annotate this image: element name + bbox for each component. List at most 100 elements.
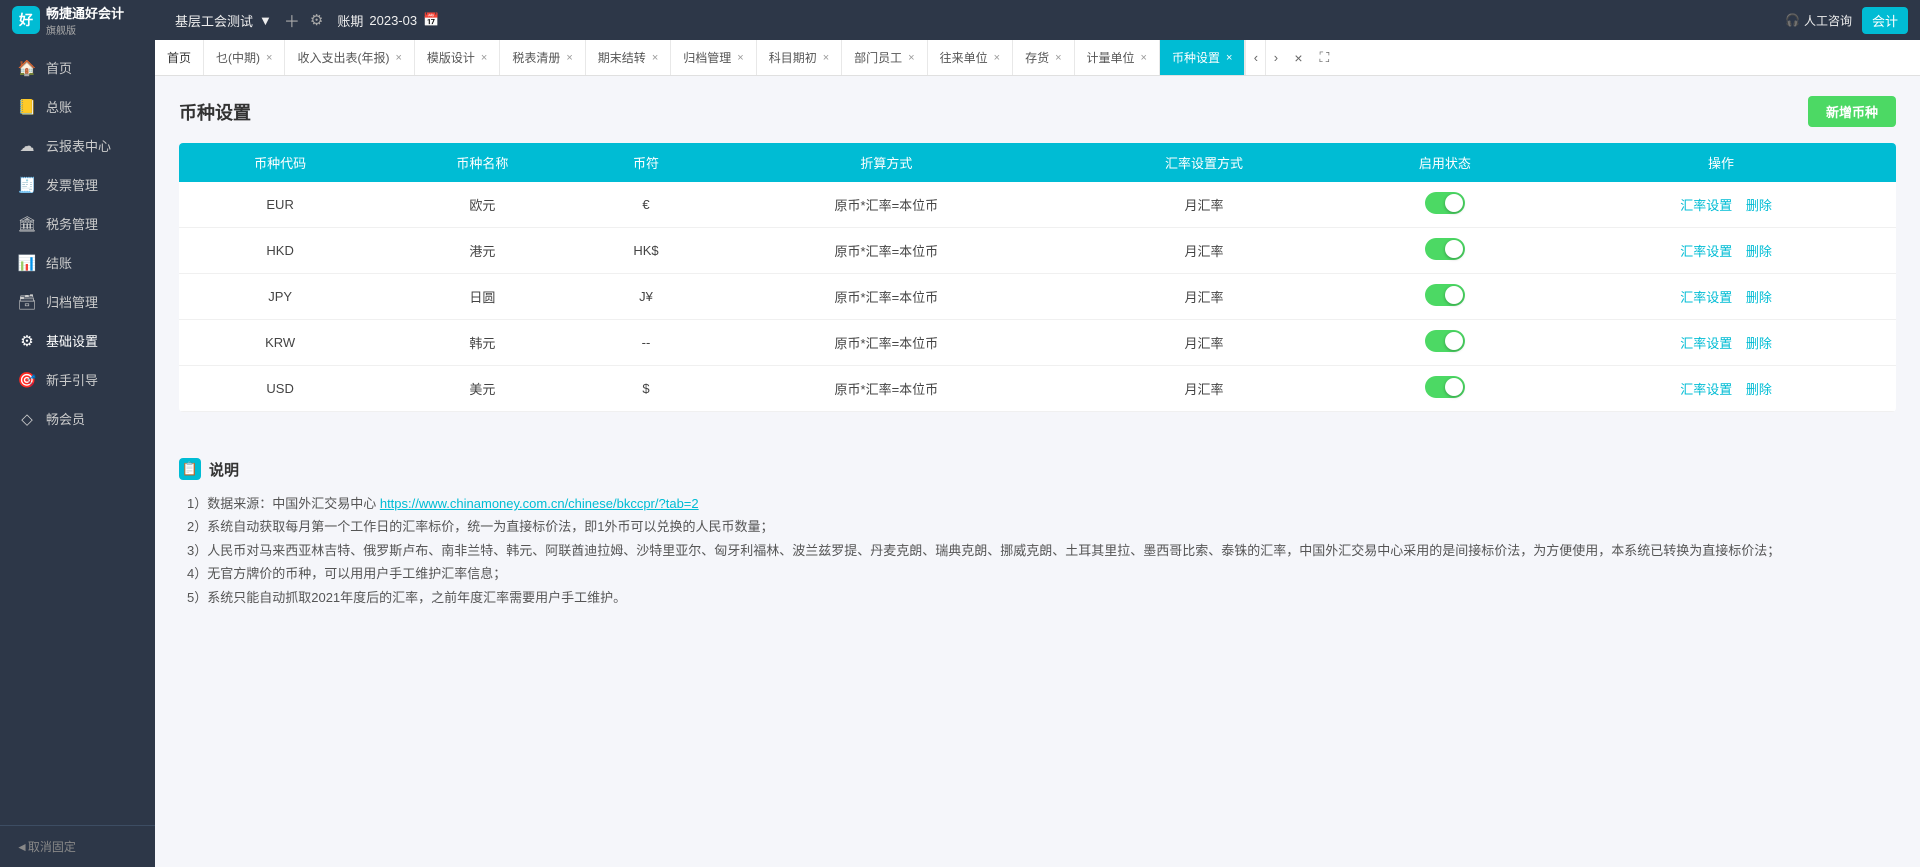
tab-close-all-icon[interactable]: × — [1285, 40, 1311, 76]
sidebar-label-settlement: 结账 — [46, 253, 72, 272]
logo-area: 好 畅捷通好会计 旗舰版 — [12, 3, 167, 37]
close-icon[interactable]: × — [266, 52, 272, 64]
tab-qizhong[interactable]: 乜(中期) × — [204, 40, 285, 76]
headset-icon: 🎧 — [1785, 13, 1800, 27]
sidebar-label-guide: 新手引导 — [46, 370, 98, 389]
cell-status — [1344, 182, 1546, 228]
add-icon[interactable]: ＋ — [284, 8, 300, 32]
calendar-icon[interactable]: 📅 — [423, 12, 439, 28]
account-button[interactable]: 会计 — [1862, 7, 1908, 34]
cell-calc: 原币*汇率=本位币 — [708, 366, 1064, 412]
cell-rate-type: 月汇率 — [1064, 366, 1344, 412]
table-row: USD 美元 $ 原币*汇率=本位币 月汇率 汇率设置 删除 — [179, 366, 1896, 412]
sidebar-item-tax[interactable]: 🏛 税务管理 — [0, 204, 155, 243]
tab-income[interactable]: 收入支出表(年报) × — [285, 40, 414, 76]
rate-setting-link[interactable]: 汇率设置 — [1680, 198, 1732, 213]
toggle-switch[interactable] — [1425, 376, 1465, 398]
notes-item: 3）人民币对马来西亚林吉特、俄罗斯卢布、南非兰特、韩元、阿联酋迪拉姆、沙特里亚尔… — [187, 539, 1896, 562]
cell-status — [1344, 320, 1546, 366]
tab-next-icon[interactable]: › — [1265, 40, 1285, 76]
close-icon[interactable]: × — [481, 52, 487, 64]
delete-link[interactable]: 删除 — [1746, 382, 1772, 397]
cell-action: 汇率设置 删除 — [1546, 228, 1896, 274]
tab-subject-init[interactable]: 科目期初 × — [757, 40, 842, 76]
rate-setting-link[interactable]: 汇率设置 — [1680, 382, 1732, 397]
cell-action: 汇率设置 删除 — [1546, 274, 1896, 320]
period-value: 2023-03 — [369, 13, 417, 28]
delete-link[interactable]: 删除 — [1746, 198, 1772, 213]
sidebar-unpin-button[interactable]: ◄取消固定 — [0, 825, 155, 867]
notes-title-row: 📋 说明 — [179, 458, 1896, 480]
sidebar-item-invoice[interactable]: 🧾 发票管理 — [0, 165, 155, 204]
sidebar: 🏠 首页 📒 总账 ☁ 云报表中心 🧾 发票管理 🏛 税务管理 📊 结账 🗃 归… — [0, 40, 155, 867]
chevron-down-icon: ▼ — [259, 13, 272, 28]
toggle-thumb — [1445, 194, 1463, 212]
tab-contacts[interactable]: 往来单位 × — [928, 40, 1013, 76]
company-selector[interactable]: 基层工会测试 ▼ — [175, 11, 272, 30]
col-header-calc: 折算方式 — [708, 143, 1064, 182]
tab-template[interactable]: 模版设计 × — [415, 40, 500, 76]
delete-link[interactable]: 删除 — [1746, 336, 1772, 351]
sidebar-label-ledger: 总账 — [46, 97, 72, 116]
tab-currency[interactable]: 币种设置 × — [1160, 40, 1245, 76]
external-link[interactable]: https://www.chinamoney.com.cn/chinese/bk… — [380, 496, 699, 511]
tax-icon: 🏛 — [18, 215, 36, 233]
settlement-icon: 📊 — [18, 254, 36, 272]
tab-maximize-icon[interactable]: ⛶ — [1311, 40, 1337, 76]
sidebar-item-settings[interactable]: ⚙ 基础设置 — [0, 321, 155, 360]
notes-item: 5）系统只能自动抓取2021年度后的汇率，之前年度汇率需要用户手工维护。 — [187, 586, 1896, 609]
sidebar-item-ledger[interactable]: 📒 总账 — [0, 87, 155, 126]
rate-setting-link[interactable]: 汇率设置 — [1680, 244, 1732, 259]
col-header-status: 启用状态 — [1344, 143, 1546, 182]
header-right: 🎧 人工咨询 会计 — [1785, 7, 1908, 34]
tab-taxbook[interactable]: 税表清册 × — [500, 40, 585, 76]
archive-icon: 🗃 — [18, 293, 36, 311]
sidebar-item-member[interactable]: ◇ 畅会员 — [0, 399, 155, 438]
delete-link[interactable]: 删除 — [1746, 290, 1772, 305]
page-title: 币种设置 — [179, 99, 251, 125]
unpin-label: ◄取消固定 — [16, 838, 76, 855]
gear-icon: ⚙ — [18, 332, 36, 350]
sidebar-item-archive[interactable]: 🗃 归档管理 — [0, 282, 155, 321]
close-icon[interactable]: × — [823, 52, 829, 64]
rate-setting-link[interactable]: 汇率设置 — [1680, 290, 1732, 305]
settings-icon[interactable]: ⚙ — [310, 11, 323, 29]
rate-setting-link[interactable]: 汇率设置 — [1680, 336, 1732, 351]
cell-symbol: $ — [584, 366, 709, 412]
table-row: JPY 日圆 J¥ 原币*汇率=本位币 月汇率 汇率设置 删除 — [179, 274, 1896, 320]
delete-link[interactable]: 删除 — [1746, 244, 1772, 259]
close-icon[interactable]: × — [908, 52, 914, 64]
tab-inventory[interactable]: 存货 × — [1013, 40, 1074, 76]
col-header-rate-type: 汇率设置方式 — [1064, 143, 1344, 182]
notes-icon: 📋 — [179, 458, 201, 480]
toggle-switch[interactable] — [1425, 192, 1465, 214]
close-icon[interactable]: × — [566, 52, 572, 64]
tab-department[interactable]: 部门员工 × — [842, 40, 927, 76]
cell-name: 欧元 — [381, 182, 583, 228]
toggle-switch[interactable] — [1425, 284, 1465, 306]
tab-home[interactable]: 首页 — [155, 40, 204, 76]
sidebar-item-reports[interactable]: ☁ 云报表中心 — [0, 126, 155, 165]
new-currency-button[interactable]: 新增币种 — [1808, 96, 1896, 127]
toggle-switch[interactable] — [1425, 330, 1465, 352]
tab-unit[interactable]: 计量单位 × — [1075, 40, 1160, 76]
tab-period-end[interactable]: 期末结转 × — [586, 40, 671, 76]
close-icon[interactable]: × — [395, 52, 401, 64]
close-icon[interactable]: × — [994, 52, 1000, 64]
close-icon[interactable]: × — [737, 52, 743, 64]
service-button[interactable]: 🎧 人工咨询 — [1785, 12, 1852, 29]
toggle-track — [1425, 284, 1465, 306]
sidebar-item-home[interactable]: 🏠 首页 — [0, 48, 155, 87]
tab-prev-icon[interactable]: ‹ — [1245, 40, 1265, 76]
close-icon[interactable]: × — [1055, 52, 1061, 64]
sidebar-item-settlement[interactable]: 📊 结账 — [0, 243, 155, 282]
close-icon[interactable]: × — [1226, 52, 1232, 64]
cell-calc: 原币*汇率=本位币 — [708, 274, 1064, 320]
tab-archive[interactable]: 归档管理 × — [671, 40, 756, 76]
close-icon[interactable]: × — [652, 52, 658, 64]
sidebar-item-guide[interactable]: 🎯 新手引导 — [0, 360, 155, 399]
close-icon[interactable]: × — [1141, 52, 1147, 64]
ledger-icon: 📒 — [18, 98, 36, 116]
toggle-switch[interactable] — [1425, 238, 1465, 260]
cell-rate-type: 月汇率 — [1064, 228, 1344, 274]
